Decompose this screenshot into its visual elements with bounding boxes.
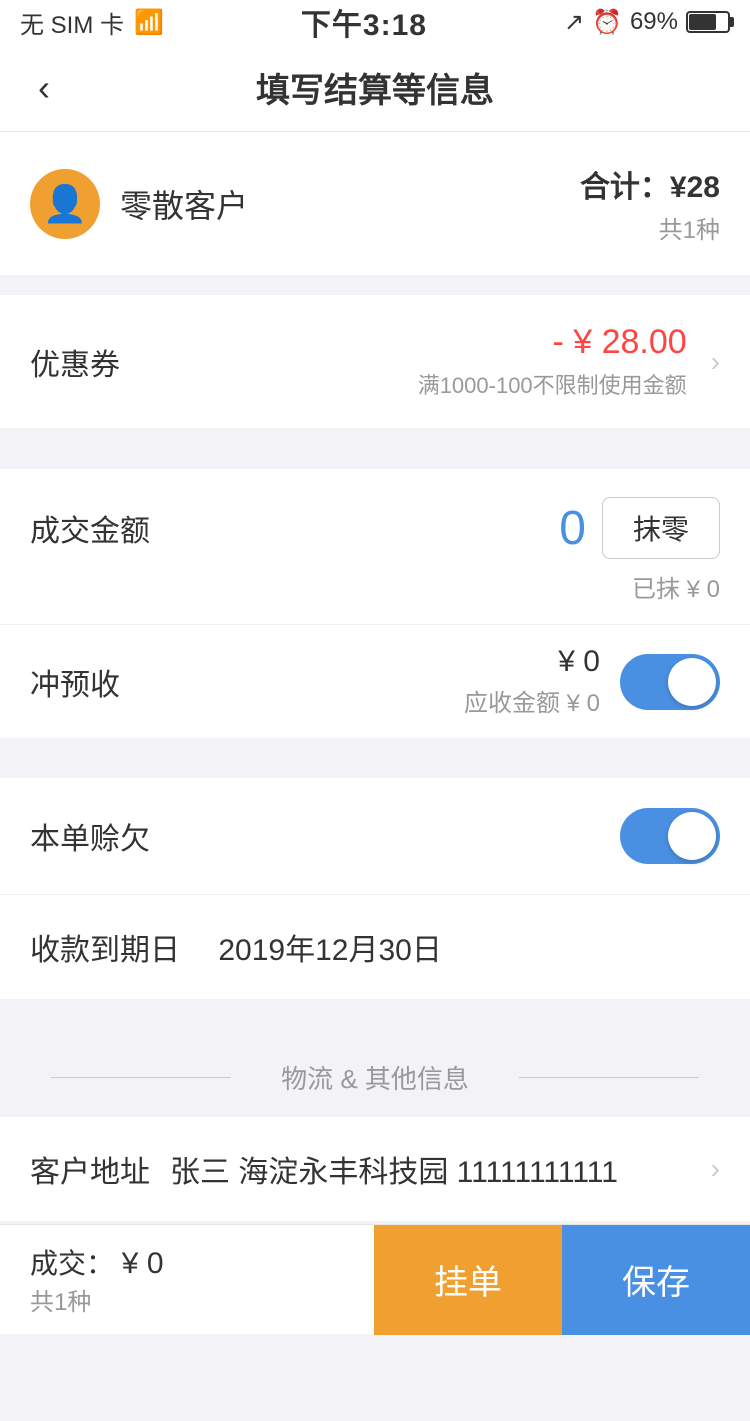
prepay-amount: ¥ 0	[464, 645, 600, 679]
prepay-sub: 应收金额 ¥ 0	[464, 683, 600, 718]
trans-row-inner: 成交金额 0 抹零	[30, 497, 720, 569]
prepay-toggle[interactable]	[620, 654, 720, 710]
duedate-value: 2019年12月30日	[218, 934, 441, 967]
round-button[interactable]: 抹零	[602, 497, 720, 559]
duedate-label: 收款到期日	[30, 934, 180, 967]
prepay-amounts: ¥ 0 应收金额 ¥ 0	[464, 645, 600, 718]
location-icon: ↗	[564, 8, 584, 37]
debt-toggle[interactable]	[620, 808, 720, 864]
logistics-label: 物流 & 其他信息	[281, 1059, 469, 1096]
customer-name: 零散客户	[120, 181, 248, 227]
battery-percent: 69%	[630, 8, 678, 36]
customer-total: 合计：¥28 共1种	[580, 162, 720, 245]
avatar: 👤	[30, 169, 100, 239]
duedate-row: 收款到期日 2019年12月30日	[0, 894, 750, 999]
customer-row: 👤 零散客户 合计：¥28 共1种	[0, 132, 750, 275]
total-count: 共1种	[580, 210, 720, 245]
address-chevron: ›	[711, 1153, 720, 1185]
bottom-trans-label: 成交：	[30, 1248, 114, 1279]
bottom-info: 成交： ¥ 0 共1种	[0, 1242, 374, 1317]
divider-1	[0, 449, 750, 469]
divider-2	[0, 758, 750, 778]
total-amount: 合计：¥28	[580, 162, 720, 206]
trans-row: 成交金额 0 抹零 已抹 ¥ 0	[0, 469, 750, 624]
battery-icon	[686, 11, 730, 33]
prepay-right: ¥ 0 应收金额 ¥ 0	[464, 645, 720, 718]
address-value: 张三 海淀永丰科技园 11111111111	[170, 1147, 703, 1191]
prepay-row: 冲预收 ¥ 0 应收金额 ¥ 0	[0, 624, 750, 738]
debt-toggle-knob	[668, 812, 716, 860]
coupon-row[interactable]: 优惠券 - ¥ 28.00 满1000-100不限制使用金额 ›	[0, 295, 750, 429]
status-right: ↗ ⏰ 69%	[564, 8, 730, 37]
bottom-trans-amount: ¥ 0	[122, 1247, 164, 1280]
coupon-chevron: ›	[711, 346, 720, 378]
coupon-amount: - ¥ 28.00	[418, 323, 687, 362]
divider-line-left	[51, 1077, 231, 1078]
address-label: 客户地址	[30, 1147, 150, 1191]
coupon-desc: 满1000-100不限制使用金额	[418, 368, 687, 400]
nav-bar: ‹ 填写结算等信息	[0, 44, 750, 132]
trans-value: 0	[559, 501, 586, 556]
coupon-right: - ¥ 28.00 满1000-100不限制使用金额 ›	[418, 323, 720, 400]
logistics-section-label: 物流 & 其他信息	[0, 1039, 750, 1116]
back-button[interactable]: ‹	[28, 57, 60, 119]
save-button[interactable]: 保存	[562, 1225, 750, 1335]
debt-label: 本单赊欠	[30, 814, 150, 858]
trans-sub: 已抹 ¥ 0	[30, 569, 720, 624]
trans-right: 0 抹零	[559, 497, 720, 559]
prepay-label: 冲预收	[30, 660, 120, 704]
status-time: 下午3:18	[301, 0, 427, 44]
divider-3	[0, 1019, 750, 1039]
section-label-inner: 物流 & 其他信息	[0, 1059, 750, 1096]
bottom-trans-row: 成交： ¥ 0	[30, 1242, 344, 1282]
coupon-section: 优惠券 - ¥ 28.00 满1000-100不限制使用金额 ›	[0, 295, 750, 429]
toggle-knob	[668, 658, 716, 706]
bottom-count: 共1种	[30, 1282, 344, 1317]
alarm-icon: ⏰	[592, 8, 622, 37]
address-right: ›	[703, 1153, 720, 1185]
debt-row: 本单赊欠	[0, 778, 750, 894]
bottom-bar: 成交： ¥ 0 共1种 挂单 保存	[0, 1224, 750, 1334]
no-sim-label: 无 SIM 卡	[20, 5, 124, 40]
avatar-icon: 👤	[43, 183, 88, 225]
address-row[interactable]: 客户地址 张三 海淀永丰科技园 11111111111 ›	[0, 1117, 750, 1221]
status-left: 无 SIM 卡 📶	[20, 5, 164, 40]
status-bar: 无 SIM 卡 📶 下午3:18 ↗ ⏰ 69%	[0, 0, 750, 44]
divider-line-right	[519, 1077, 699, 1078]
trans-label: 成交金额	[30, 506, 150, 550]
coupon-label: 优惠券	[30, 340, 120, 384]
customer-info: 👤 零散客户	[30, 169, 248, 239]
coupon-values: - ¥ 28.00 满1000-100不限制使用金额	[418, 323, 687, 400]
transaction-section: 成交金额 0 抹零 已抹 ¥ 0 冲预收 ¥ 0 应收金额 ¥ 0	[0, 469, 750, 738]
wifi-icon: 📶	[134, 8, 164, 37]
hold-button[interactable]: 挂单	[374, 1225, 562, 1335]
debt-section: 本单赊欠 收款到期日 2019年12月30日	[0, 778, 750, 999]
page-title: 填写结算等信息	[256, 63, 494, 112]
